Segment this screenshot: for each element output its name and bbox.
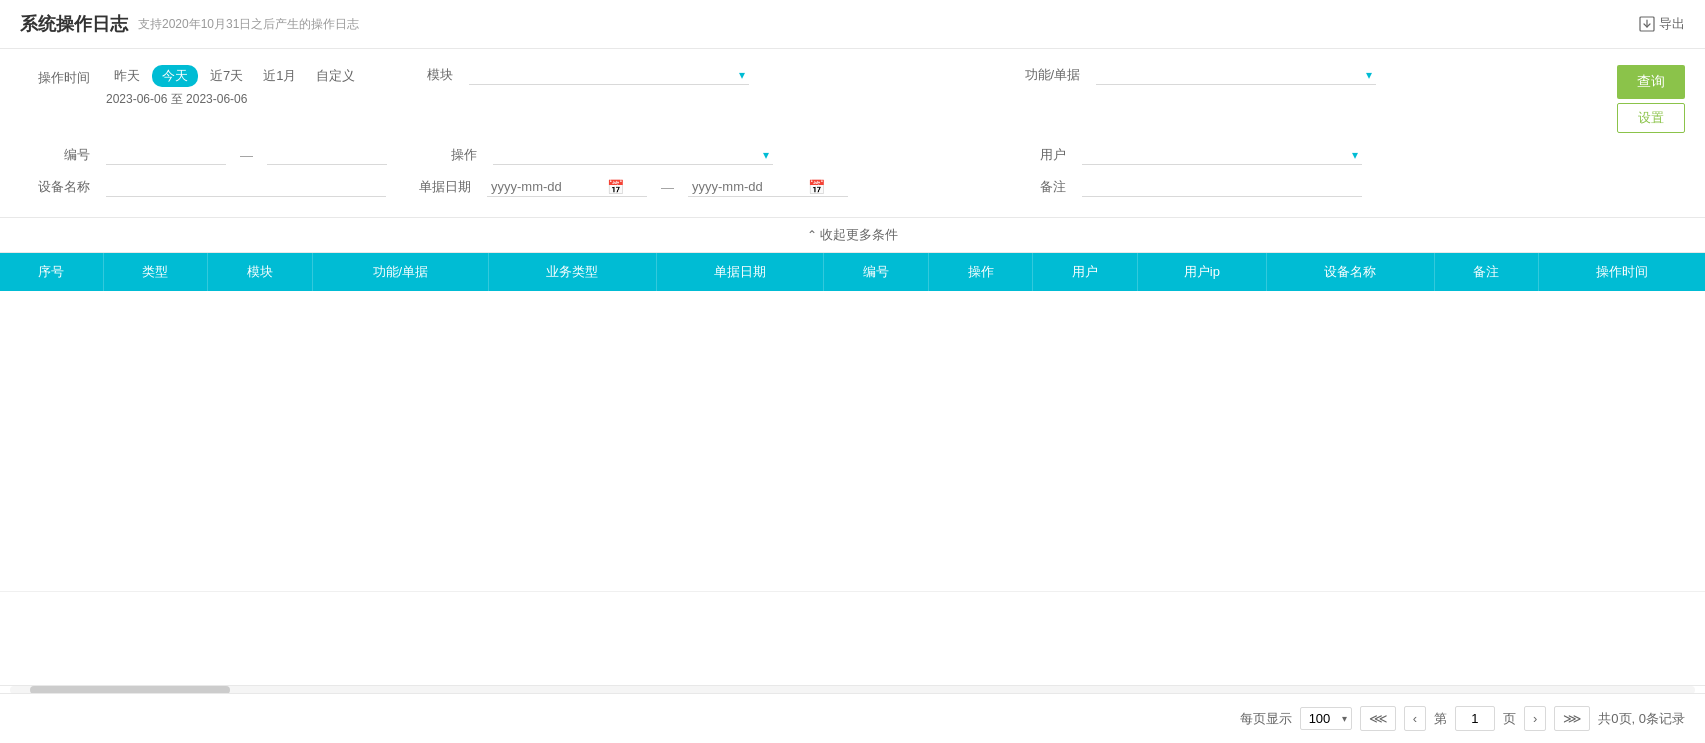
user-select-wrapper: ▾	[1082, 145, 1362, 165]
module-label: 模块	[383, 66, 453, 84]
docdate-end-wrapper: 📅	[688, 177, 848, 197]
time-btn-yesterday[interactable]: 昨天	[106, 65, 148, 87]
time-label: 操作时间	[20, 65, 90, 87]
module-select-wrapper: ▾	[469, 65, 749, 85]
time-btn-7days[interactable]: 近7天	[202, 65, 251, 87]
time-btn-today[interactable]: 今天	[152, 65, 198, 87]
table-area: 序号 类型 模块 功能/单据 业务类型 单据日期 编号 操作 用户 用户ip 设…	[0, 253, 1705, 685]
docdate-start-wrapper: 📅	[487, 177, 647, 197]
code-input-end[interactable]	[267, 145, 387, 165]
code-input-start[interactable]	[106, 145, 226, 165]
pagination-area: 每页显示 50 100 200 500 ▾ ⋘ ‹ 第 页 › ⋙ 共0页, 0…	[0, 693, 1705, 743]
operation-label: 操作	[407, 146, 477, 164]
last-page-button[interactable]: ⋙	[1554, 706, 1590, 731]
page-wrapper: 系统操作日志 支持2020年10月31日之后产生的操作日志 导出 操作时间 昨天…	[0, 0, 1705, 743]
collapse-up-icon: ⌃	[807, 228, 820, 242]
time-range: 2023-06-06 至 2023-06-06	[106, 91, 363, 108]
settings-button[interactable]: 设置	[1617, 103, 1685, 133]
scrollbar-track	[10, 686, 1695, 693]
table-header-row: 序号 类型 模块 功能/单据 业务类型 单据日期 编号 操作 用户 用户ip 设…	[0, 253, 1705, 291]
docdate-label: 单据日期	[406, 178, 471, 196]
next-page-button[interactable]: ›	[1524, 706, 1546, 731]
time-btn-custom[interactable]: 自定义	[308, 65, 363, 87]
title-area: 系统操作日志 支持2020年10月31日之后产生的操作日志	[20, 12, 359, 36]
operation-select[interactable]	[493, 145, 773, 164]
query-button[interactable]: 查询	[1617, 65, 1685, 99]
page-size-wrapper: 50 100 200 500 ▾	[1300, 707, 1352, 730]
docdate-end-input[interactable]	[688, 177, 808, 196]
page-size-select[interactable]: 50 100 200 500	[1301, 708, 1351, 729]
col-code: 编号	[824, 253, 928, 291]
data-table: 序号 类型 模块 功能/单据 业务类型 单据日期 编号 操作 用户 用户ip 设…	[0, 253, 1705, 592]
col-user-ip: 用户ip	[1137, 253, 1266, 291]
col-user: 用户	[1033, 253, 1137, 291]
scrollbar-area[interactable]	[0, 685, 1705, 693]
col-biz-type: 业务类型	[489, 253, 657, 291]
remark-label: 备注	[996, 178, 1066, 196]
device-label: 设备名称	[20, 178, 90, 196]
collapse-row[interactable]: ⌃ 收起更多条件	[0, 218, 1705, 253]
operation-select-wrapper: ▾	[493, 145, 773, 165]
page-subtitle: 支持2020年10月31日之后产生的操作日志	[138, 16, 359, 33]
code-dash: —	[240, 148, 253, 163]
col-function: 功能/单据	[312, 253, 488, 291]
col-type: 类型	[103, 253, 207, 291]
function-select[interactable]	[1096, 65, 1376, 84]
device-input[interactable]	[106, 177, 386, 197]
page-title: 系统操作日志	[20, 12, 128, 36]
col-doc-date: 单据日期	[656, 253, 824, 291]
code-label: 编号	[20, 146, 90, 164]
function-label: 功能/单据	[1000, 66, 1080, 84]
col-index: 序号	[0, 253, 103, 291]
module-select[interactable]	[469, 65, 749, 84]
first-page-button[interactable]: ⋘	[1360, 706, 1396, 731]
page-number-input[interactable]	[1455, 706, 1495, 731]
action-buttons: 查询 设置	[1617, 65, 1685, 133]
remark-input[interactable]	[1082, 177, 1362, 197]
user-select[interactable]	[1082, 145, 1362, 164]
col-remark: 备注	[1434, 253, 1538, 291]
calendar-end-icon[interactable]: 📅	[808, 179, 825, 195]
collapse-label: 收起更多条件	[820, 227, 898, 242]
calendar-start-icon[interactable]: 📅	[607, 179, 624, 195]
docdate-start-input[interactable]	[487, 177, 607, 196]
time-btn-1month[interactable]: 近1月	[255, 65, 304, 87]
col-module: 模块	[208, 253, 312, 291]
filter-area: 操作时间 昨天 今天 近7天 近1月 自定义 2023-06-06 至 2023…	[0, 49, 1705, 218]
table-body	[0, 291, 1705, 591]
col-device: 设备名称	[1266, 253, 1434, 291]
function-select-wrapper: ▾	[1096, 65, 1376, 85]
col-operation: 操作	[928, 253, 1032, 291]
prev-page-button[interactable]: ‹	[1404, 706, 1426, 731]
total-info: 共0页, 0条记录	[1598, 710, 1685, 728]
export-label: 导出	[1659, 15, 1685, 33]
page-size-label: 每页显示	[1240, 710, 1292, 728]
export-button[interactable]: 导出	[1639, 15, 1685, 33]
time-btn-group: 昨天 今天 近7天 近1月 自定义	[106, 65, 363, 87]
user-label: 用户	[996, 146, 1066, 164]
page-header: 系统操作日志 支持2020年10月31日之后产生的操作日志 导出	[0, 0, 1705, 49]
page-label: 第	[1434, 710, 1447, 728]
export-icon	[1639, 16, 1655, 32]
docdate-dash: —	[661, 180, 674, 195]
page-suffix: 页	[1503, 710, 1516, 728]
empty-row	[0, 291, 1705, 591]
scrollbar-thumb[interactable]	[30, 686, 230, 693]
empty-cell	[0, 291, 1705, 591]
col-op-time: 操作时间	[1538, 253, 1705, 291]
table-header: 序号 类型 模块 功能/单据 业务类型 单据日期 编号 操作 用户 用户ip 设…	[0, 253, 1705, 291]
